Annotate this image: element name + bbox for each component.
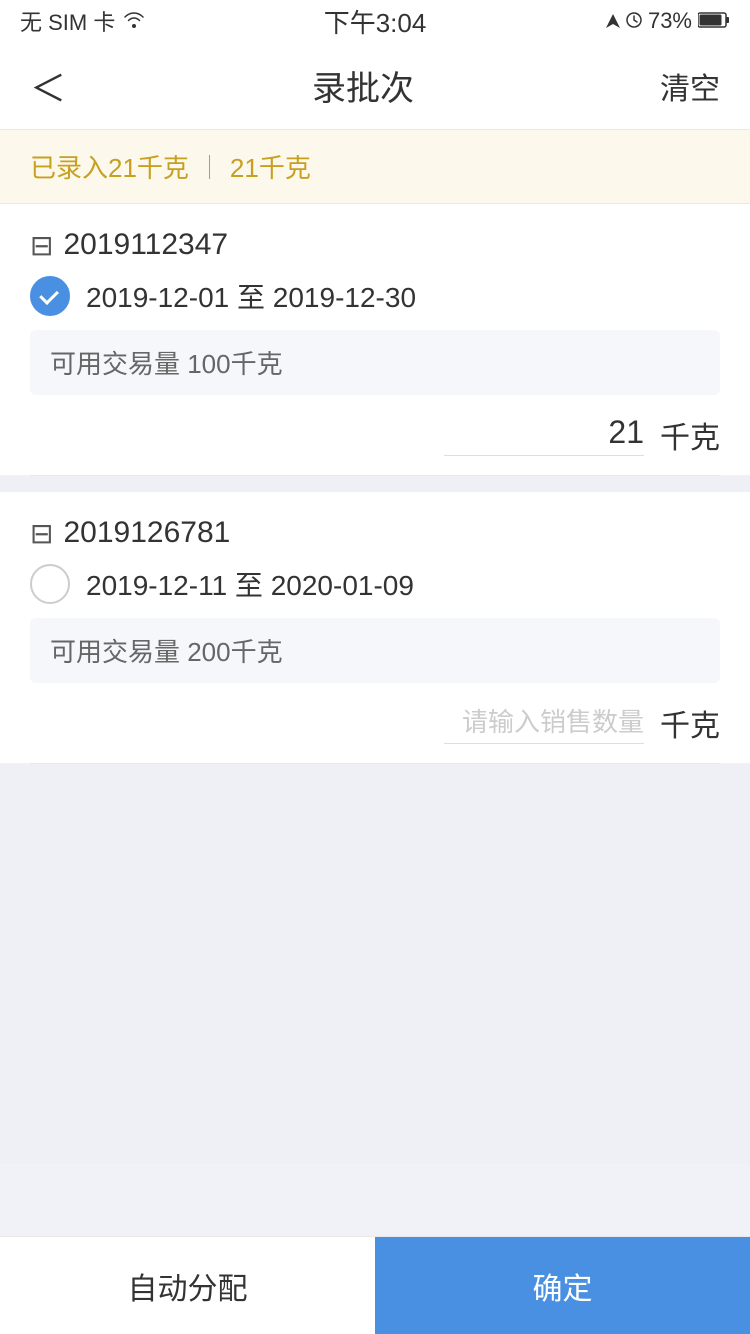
batch-1-date-row: 2019-12-01 至 2019-12-30 bbox=[30, 276, 720, 316]
status-bar-left: 无 SIM 卡 bbox=[20, 5, 145, 37]
batch-2-date: 2019-12-11 至 2020-01-09 bbox=[86, 564, 414, 604]
recorded-label: 已录入21千克 bbox=[30, 148, 189, 185]
section-divider bbox=[0, 476, 750, 492]
batch-1-date: 2019-12-01 至 2019-12-30 bbox=[86, 276, 416, 316]
batch-1-qty-row: 千克 bbox=[0, 395, 750, 475]
batch-1-id: 2019112347 bbox=[63, 228, 228, 262]
clear-button[interactable]: 清空 bbox=[660, 64, 720, 108]
clock-icon bbox=[626, 8, 642, 34]
batch-2-id: 2019126781 bbox=[63, 516, 230, 550]
carrier-text: 无 SIM 卡 bbox=[20, 5, 115, 37]
batch-1-qty-input[interactable] bbox=[444, 414, 644, 456]
auto-distribute-button[interactable]: 自动分配 bbox=[0, 1237, 375, 1334]
batch-card-2: ⊟ 2019126781 2019-12-11 至 2020-01-09 可用交… bbox=[0, 492, 750, 683]
batch-2-qty-row: 千克 bbox=[0, 683, 750, 763]
info-banner: 已录入21千克 21千克 bbox=[0, 130, 750, 204]
confirm-button[interactable]: 确定 bbox=[375, 1237, 750, 1334]
batch-2-unit: 千克 bbox=[660, 701, 720, 745]
batch-2-icon: ⊟ bbox=[30, 517, 53, 550]
batch-2-qty-input[interactable] bbox=[444, 702, 644, 744]
nav-bar: ＜ 录批次 清空 bbox=[0, 42, 750, 130]
batch-1-unit: 千克 bbox=[660, 413, 720, 457]
batch-1-radio[interactable] bbox=[30, 276, 70, 316]
batch-2-available: 可用交易量 200千克 bbox=[30, 618, 720, 683]
batch-2-date-row: 2019-12-11 至 2020-01-09 bbox=[30, 564, 720, 604]
bottom-bar: 自动分配 确定 bbox=[0, 1236, 750, 1334]
location-icon bbox=[606, 8, 620, 34]
batch-1-available: 可用交易量 100千克 bbox=[30, 330, 720, 395]
banner-divider bbox=[209, 155, 210, 179]
back-button[interactable]: ＜ bbox=[30, 60, 66, 112]
wifi-icon bbox=[123, 8, 145, 34]
status-bar-right: 73% bbox=[606, 8, 730, 34]
battery-percent: 73% bbox=[648, 8, 692, 34]
batch-2-radio[interactable] bbox=[30, 564, 70, 604]
empty-area bbox=[0, 764, 750, 1164]
batch-card-1: ⊟ 2019112347 2019-12-01 至 2019-12-30 可用交… bbox=[0, 204, 750, 395]
battery-icon bbox=[698, 8, 730, 34]
batch-2-header: ⊟ 2019126781 bbox=[30, 516, 720, 550]
batch-1-icon: ⊟ bbox=[30, 229, 53, 262]
status-bar: 无 SIM 卡 下午3:04 bbox=[0, 0, 750, 42]
status-bar-time: 下午3:04 bbox=[324, 3, 427, 40]
recorded-value: 21千克 bbox=[230, 148, 311, 185]
batch-1-header: ⊟ 2019112347 bbox=[30, 228, 720, 262]
page-title: 录批次 bbox=[312, 61, 414, 110]
